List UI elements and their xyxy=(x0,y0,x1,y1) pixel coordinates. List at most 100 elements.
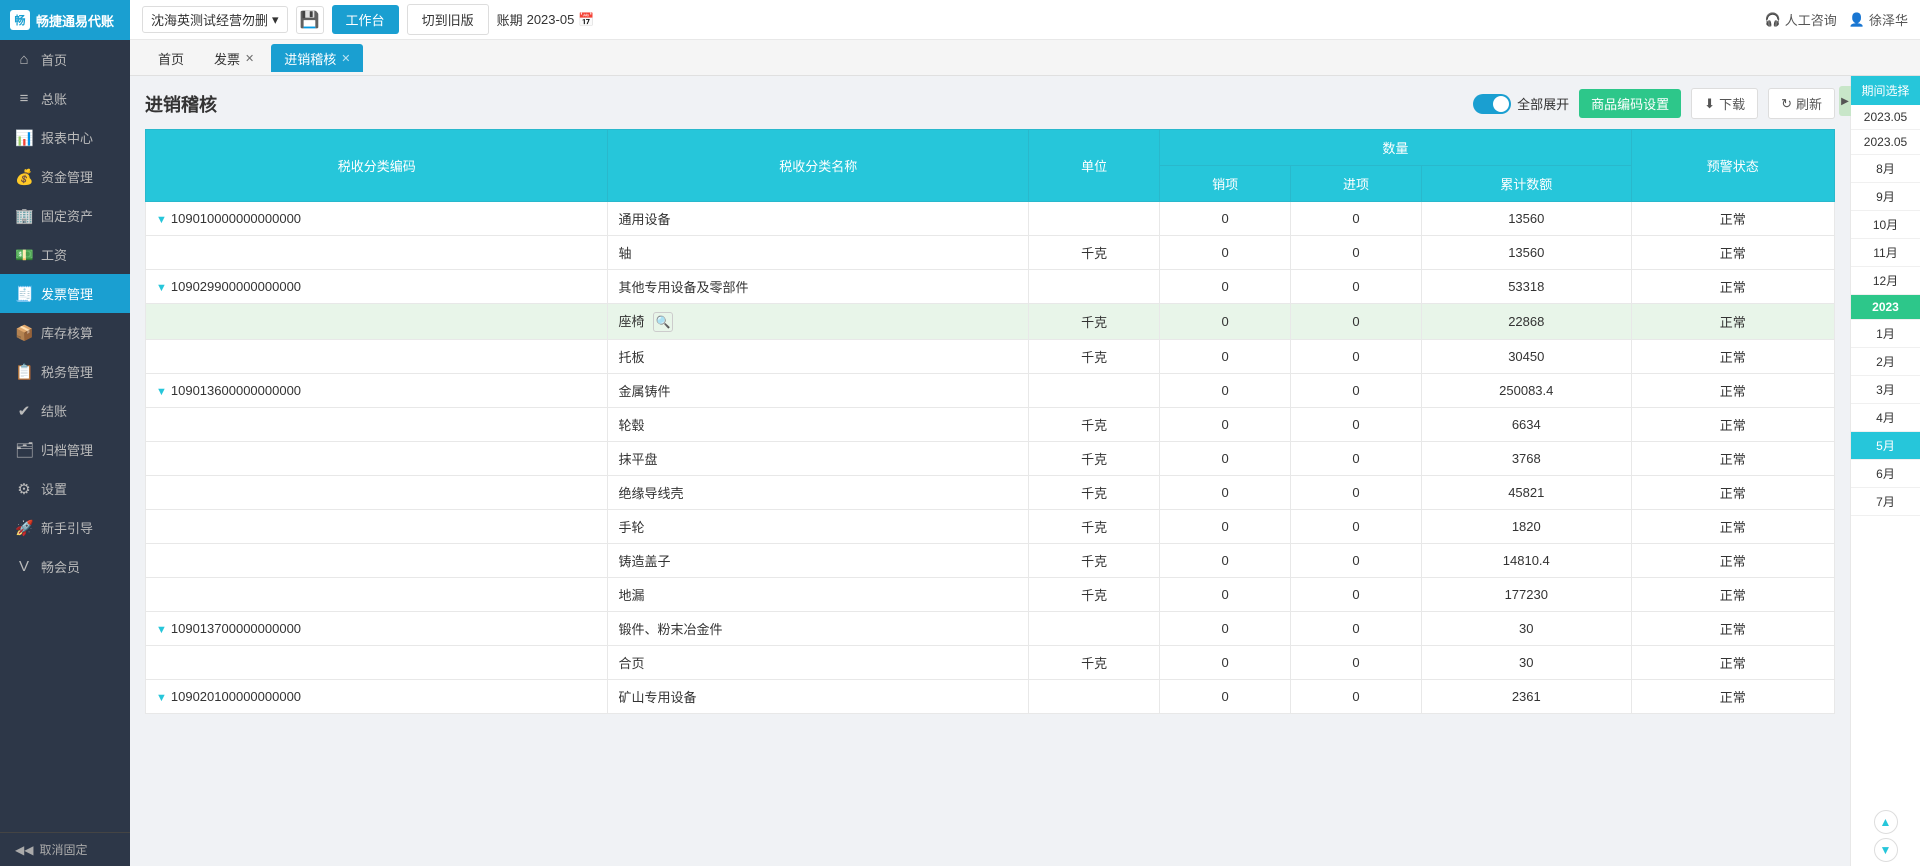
tax-code-cell xyxy=(146,578,608,612)
purchase-cell: 0 xyxy=(1291,544,1422,578)
period-item[interactable]: 2023 xyxy=(1851,295,1920,320)
user-profile[interactable]: 👤 徐泽华 xyxy=(1849,10,1908,29)
tax-code-cell: ▼109020100000000000 xyxy=(146,680,608,714)
sidebar-item-label: 总账 xyxy=(41,89,67,108)
tax-name-cell: 矿山专用设备 xyxy=(608,680,1029,714)
sidebar-item-settings[interactable]: ⚙ 设置 xyxy=(0,469,130,508)
period-item[interactable]: 3月 xyxy=(1851,376,1920,404)
unit-cell xyxy=(1029,270,1160,304)
page-title: 进销稽核 xyxy=(145,91,217,117)
table-row[interactable]: ▼109029900000000000其他专用设备及零部件0053318正常 xyxy=(146,270,1835,304)
sidebar-item-inventory[interactable]: 📦 库存核算 xyxy=(0,313,130,352)
period-item[interactable]: 12月 xyxy=(1851,267,1920,295)
sales-cell: 0 xyxy=(1160,340,1291,374)
support-button[interactable]: 🎧 人工咨询 xyxy=(1765,10,1837,29)
warning-cell: 正常 xyxy=(1631,442,1834,476)
sidebar-item-invoice[interactable]: 🧾 发票管理 xyxy=(0,274,130,313)
tax-name-cell: 托板 xyxy=(608,340,1029,374)
sidebar-item-tax[interactable]: 📋 税务管理 xyxy=(0,352,130,391)
tax-name-cell: 锻件、粉末冶金件 xyxy=(608,612,1029,646)
topbar: 沈海英测试经营勿删 ▾ 💾 工作台 切到旧版 账期 2023-05 📅 🎧 人工… xyxy=(130,0,1920,40)
unit-cell: 千克 xyxy=(1029,544,1160,578)
period-item[interactable]: 4月 xyxy=(1851,404,1920,432)
table-row[interactable]: ▼109020100000000000矿山专用设备002361正常 xyxy=(146,680,1835,714)
page-content: 进销稽核 全部展开 商品编码设置 ⬇ 下载 ↻ 刷新 xyxy=(130,76,1850,866)
save-button[interactable]: 💾 xyxy=(296,6,324,34)
table-row[interactable]: 铸造盖子千克0014810.4正常 xyxy=(146,544,1835,578)
sidebar-item-member[interactable]: V 畅会员 xyxy=(0,547,130,586)
table-row[interactable]: 抹平盘千克003768正常 xyxy=(146,442,1835,476)
unpin-button[interactable]: ◀◀ 取消固定 xyxy=(0,832,130,866)
period-item[interactable]: 5月 xyxy=(1851,432,1920,460)
page-actions: 全部展开 商品编码设置 ⬇ 下载 ↻ 刷新 xyxy=(1473,88,1835,119)
sidebar-item-home[interactable]: ⌂ 首页 xyxy=(0,40,130,79)
sales-cell: 0 xyxy=(1160,646,1291,680)
period-up-button[interactable]: ▲ xyxy=(1874,810,1898,834)
sidebar-item-salary[interactable]: 💵 工资 xyxy=(0,235,130,274)
period-item[interactable]: 6月 xyxy=(1851,460,1920,488)
sidebar-item-ledger[interactable]: ≡ 总账 xyxy=(0,79,130,118)
workbench-button[interactable]: 工作台 xyxy=(332,5,399,34)
assets-icon: 🏢 xyxy=(15,207,33,225)
warning-cell: 正常 xyxy=(1631,646,1834,680)
total-cell: 14810.4 xyxy=(1422,544,1632,578)
table-row[interactable]: 手轮千克001820正常 xyxy=(146,510,1835,544)
table-row[interactable]: ▼109010000000000000通用设备0013560正常 xyxy=(146,202,1835,236)
sidebar-item-reports[interactable]: 📊 报表中心 xyxy=(0,118,130,157)
content-area: 进销稽核 全部展开 商品编码设置 ⬇ 下载 ↻ 刷新 xyxy=(130,76,1920,866)
sidebar-item-archive[interactable]: 🗂 归档管理 xyxy=(0,430,130,469)
period-item[interactable]: 2023.05 xyxy=(1851,105,1920,130)
company-selector[interactable]: 沈海英测试经营勿删 ▾ xyxy=(142,6,288,33)
purchase-cell: 0 xyxy=(1291,646,1422,680)
tab-invoice[interactable]: 发票 ✕ xyxy=(201,44,267,72)
sidebar-item-settle[interactable]: ✔ 结账 xyxy=(0,391,130,430)
inventory-icon: 📦 xyxy=(15,324,33,342)
chevron-down-icon: ▾ xyxy=(272,12,279,28)
panel-toggle-button[interactable]: ▶ xyxy=(1839,86,1851,116)
tax-code-cell xyxy=(146,236,608,270)
period-item[interactable]: 11月 xyxy=(1851,239,1920,267)
switch-version-button[interactable]: 切到旧版 xyxy=(407,4,489,35)
expand-all-toggle[interactable]: 全部展开 xyxy=(1473,94,1569,114)
table-row[interactable]: 托板千克0030450正常 xyxy=(146,340,1835,374)
sidebar-item-guide[interactable]: 🚀 新手引导 xyxy=(0,508,130,547)
table-row[interactable]: 轴千克0013560正常 xyxy=(146,236,1835,270)
search-icon[interactable]: 🔍 xyxy=(653,312,673,332)
tab-close-invoice[interactable]: ✕ xyxy=(245,52,254,65)
tab-label: 首页 xyxy=(158,49,184,68)
sidebar-item-assets[interactable]: 🏢 固定资产 xyxy=(0,196,130,235)
tab-reconcile[interactable]: 进销稽核 ✕ xyxy=(271,44,363,72)
total-cell: 2361 xyxy=(1422,680,1632,714)
warning-cell: 正常 xyxy=(1631,408,1834,442)
unit-cell xyxy=(1029,374,1160,408)
headset-icon: 🎧 xyxy=(1765,12,1781,28)
period-item[interactable]: 1月 xyxy=(1851,320,1920,348)
sales-cell: 0 xyxy=(1160,544,1291,578)
download-button[interactable]: ⬇ 下载 xyxy=(1691,88,1758,119)
refresh-button[interactable]: ↻ 刷新 xyxy=(1768,88,1835,119)
period-down-button[interactable]: ▼ xyxy=(1874,838,1898,862)
period-item[interactable]: 2月 xyxy=(1851,348,1920,376)
tax-name-cell: 地漏 xyxy=(608,578,1029,612)
period-item[interactable]: 8月 xyxy=(1851,155,1920,183)
table-row[interactable]: 座椅 🔍千克0022868正常 xyxy=(146,304,1835,340)
table-row[interactable]: 地漏千克00177230正常 xyxy=(146,578,1835,612)
table-row[interactable]: 绝缘导线壳千克0045821正常 xyxy=(146,476,1835,510)
tax-code-cell xyxy=(146,408,608,442)
tab-home[interactable]: 首页 xyxy=(145,44,197,72)
table-row[interactable]: ▼109013600000000000金属铸件00250083.4正常 xyxy=(146,374,1835,408)
period-item[interactable]: 9月 xyxy=(1851,183,1920,211)
table-row[interactable]: 轮毂千克006634正常 xyxy=(146,408,1835,442)
table-row[interactable]: 合页千克0030正常 xyxy=(146,646,1835,680)
sidebar-item-funds[interactable]: 💰 资金管理 xyxy=(0,157,130,196)
period-item[interactable]: 7月 xyxy=(1851,488,1920,516)
period-item[interactable]: 2023.05 xyxy=(1851,130,1920,155)
warning-cell: 正常 xyxy=(1631,544,1834,578)
settle-icon: ✔ xyxy=(15,402,33,420)
tab-label: 发票 xyxy=(214,49,240,68)
table-row[interactable]: ▼109013700000000000锻件、粉末冶金件0030正常 xyxy=(146,612,1835,646)
product-code-button[interactable]: 商品编码设置 xyxy=(1579,89,1681,118)
tab-close-reconcile[interactable]: ✕ xyxy=(341,52,350,65)
period-item[interactable]: 10月 xyxy=(1851,211,1920,239)
toggle-switch[interactable] xyxy=(1473,94,1511,114)
